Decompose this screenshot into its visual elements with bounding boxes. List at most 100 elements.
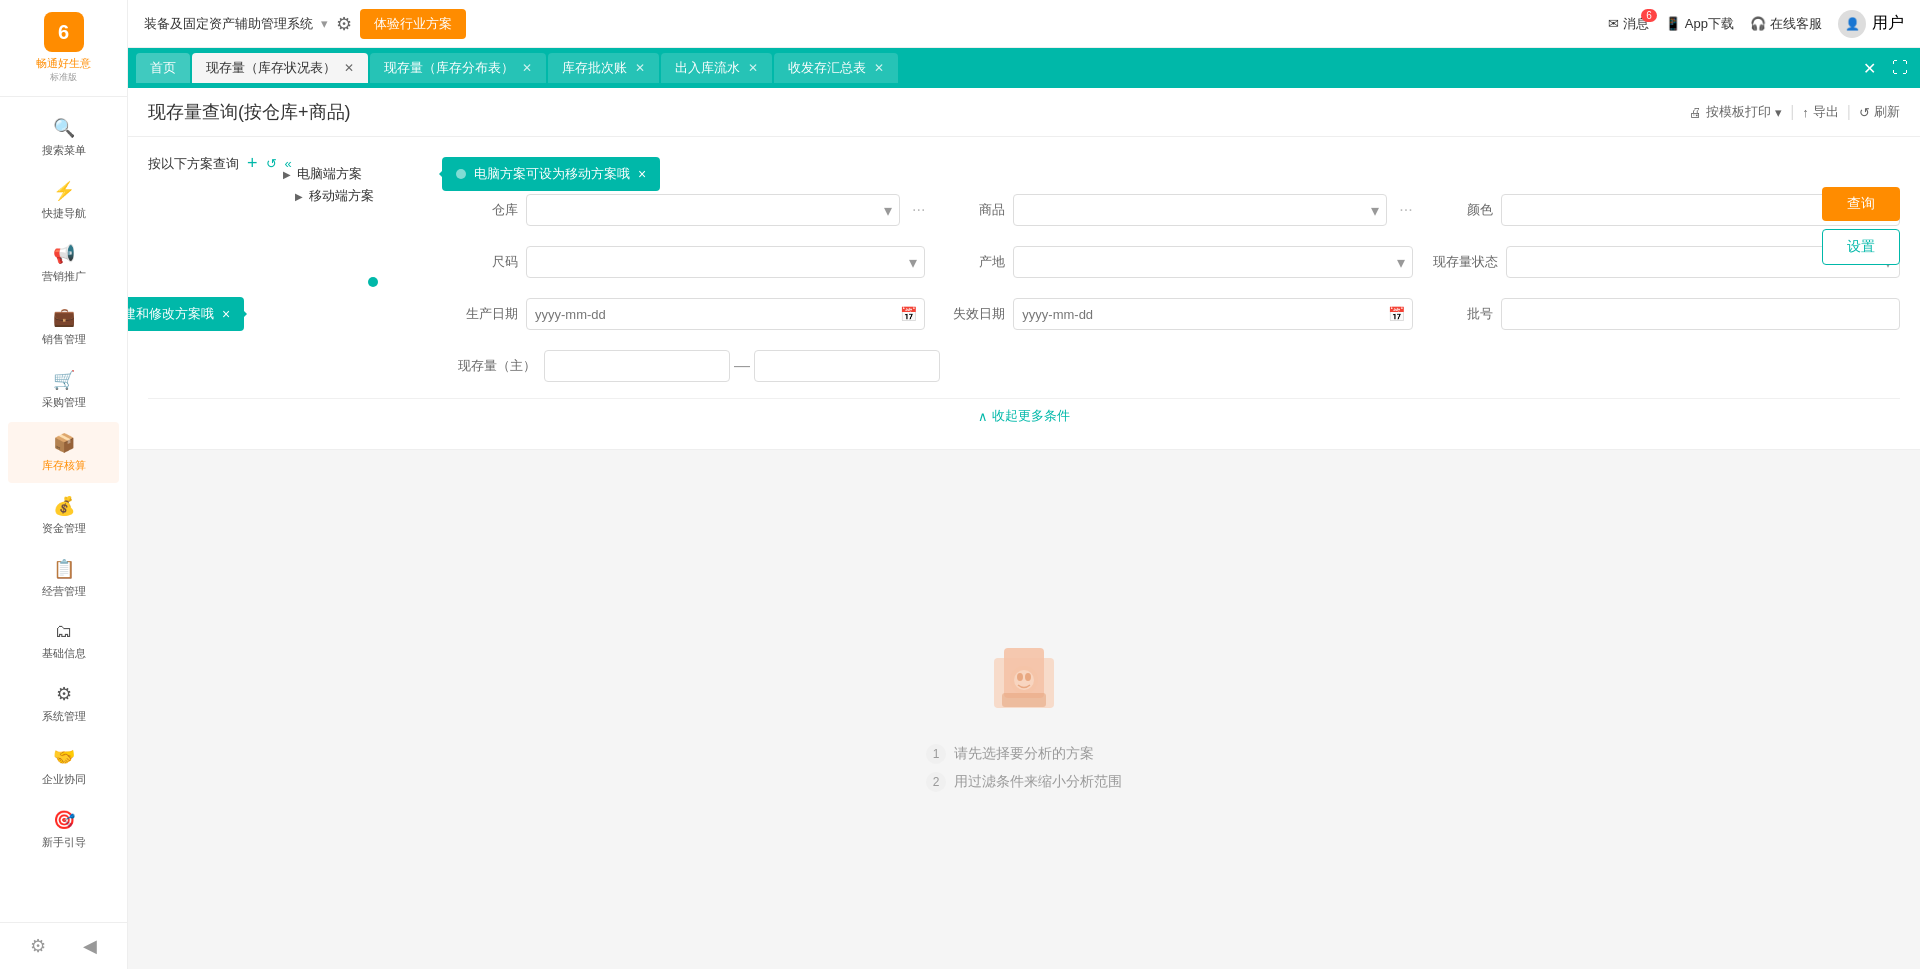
sidebar-item-marketing[interactable]: 📢营销推广 — [8, 233, 119, 294]
sidebar-item-guide[interactable]: ⚡快捷导航 — [8, 170, 119, 231]
tooltip1-close[interactable]: × — [638, 166, 646, 182]
warehouse-select[interactable] — [526, 194, 900, 226]
enterprise-icon: 🤝 — [53, 746, 75, 768]
tip-number-2: 2 — [926, 772, 946, 792]
expire-date-calendar-icon[interactable]: 📅 — [1388, 306, 1405, 322]
batch-input[interactable] — [1501, 298, 1900, 330]
app-download-button[interactable]: 📱 App下载 — [1665, 15, 1734, 33]
sidebar-item-enterprise[interactable]: 🤝企业协同 — [8, 736, 119, 797]
print-button[interactable]: 🖨 按模板打印 ▾ — [1689, 103, 1782, 121]
tab-collect-summary[interactable]: 收发存汇总表 ✕ — [774, 53, 898, 83]
tab-label-inout-flow: 出入库流水 — [675, 59, 740, 77]
collapse-sidebar-icon[interactable]: ◀ — [83, 935, 97, 957]
scheme-item-mobile[interactable]: ▶ 移动端方案 — [295, 187, 374, 205]
filter-grid-row1: 仓库 ··· 商品 ··· 颜色 — [458, 186, 1900, 234]
set-button[interactable]: 设置 — [1822, 229, 1900, 265]
svg-point-4 — [1017, 673, 1023, 681]
stock-main-range: — — [544, 350, 940, 382]
add-scheme-button[interactable]: + — [247, 153, 258, 174]
filter-goods-row: 商品 ··· — [945, 194, 1412, 226]
action-buttons: 查询 设置 — [1822, 187, 1900, 265]
tooltip2-close[interactable]: × — [222, 306, 230, 322]
print-dropdown-icon: ▾ — [1775, 105, 1782, 120]
sidebar-item-basic[interactable]: 🗂基础信息 — [8, 611, 119, 671]
tab-close-all[interactable]: ✕ — [1859, 55, 1880, 82]
online-service-button[interactable]: 🎧 在线客服 — [1750, 15, 1822, 33]
filter-grid-row3: 生产日期 📅 失效日期 📅 批号 — [458, 290, 1900, 338]
expire-date-input[interactable] — [1013, 298, 1412, 330]
message-badge: 6 — [1641, 9, 1657, 22]
sidebar-item-system[interactable]: ⚙系统管理 — [8, 673, 119, 734]
sidebar-bottom: ⚙ ◀ — [0, 922, 127, 969]
sidebar-item-inventory[interactable]: 📦库存核算 — [8, 422, 119, 483]
tab-inout-flow[interactable]: 出入库流水 ✕ — [661, 53, 772, 83]
connector-dot — [368, 277, 378, 287]
refresh-button[interactable]: ↺ 刷新 — [1859, 103, 1900, 121]
scheme-item-desktop[interactable]: ▶ 电脑端方案 — [283, 165, 374, 183]
stock-main-label: 现存量（主） — [458, 357, 536, 375]
tooltip1-text: 电脑方案可设为移动方案哦 — [474, 165, 630, 183]
tab-close-inout-flow[interactable]: ✕ — [748, 61, 758, 75]
tab-inventory-dist[interactable]: 现存量（库存分布表）✕ — [370, 53, 546, 83]
message-button[interactable]: ✉ 消息 6 — [1608, 15, 1649, 33]
system-icon: ⚙ — [56, 683, 72, 705]
tab-close-collect-summary[interactable]: ✕ — [874, 61, 884, 75]
tab-close-batch-account[interactable]: ✕ — [635, 61, 645, 75]
phone-icon: 📱 — [1665, 16, 1681, 31]
tab-label-collect-summary: 收发存汇总表 — [788, 59, 866, 77]
tab-inventory-status[interactable]: 现存量（库存状况表）✕ — [192, 53, 368, 83]
warehouse-dots[interactable]: ··· — [912, 201, 925, 219]
size-select[interactable] — [526, 246, 925, 278]
prod-date-input[interactable] — [526, 298, 925, 330]
tooltip1-dot — [456, 169, 466, 179]
sidebar-item-finance[interactable]: 💰资金管理 — [8, 485, 119, 546]
range-dash: — — [734, 357, 750, 375]
finance-icon: 💰 — [53, 495, 75, 517]
export-button[interactable]: ↑ 导出 — [1802, 103, 1839, 121]
message-icon: ✉ — [1608, 16, 1619, 31]
refresh-scheme-icon[interactable]: ↺ — [266, 156, 277, 171]
search-icon: 🔍 — [53, 117, 75, 139]
collapse-label: 收起更多条件 — [992, 407, 1070, 425]
search-button[interactable]: 查询 — [1822, 187, 1900, 221]
sidebar-item-guide2[interactable]: 🎯新手引导 — [8, 799, 119, 860]
sidebar-item-operation[interactable]: 📋经营管理 — [8, 548, 119, 609]
tab-home[interactable]: 首页 — [136, 53, 190, 83]
guide-icon: ⚡ — [53, 180, 75, 202]
sidebar-item-search[interactable]: 🔍搜索菜单 — [8, 107, 119, 168]
color-label: 颜色 — [1433, 201, 1493, 219]
goods-select[interactable] — [1013, 194, 1387, 226]
scheme-name: 电脑端方案 — [297, 165, 362, 183]
export-icon: ↑ — [1802, 105, 1809, 120]
sales-icon: 💼 — [53, 306, 75, 328]
sidebar-item-purchase[interactable]: 🛒采购管理 — [8, 359, 119, 420]
filter-label-row: 按以下方案查询 + ↺ « — [148, 153, 1900, 174]
prod-date-calendar-icon[interactable]: 📅 — [900, 306, 917, 322]
sidebar-item-sales[interactable]: 💼销售管理 — [8, 296, 119, 357]
trial-button[interactable]: 体验行业方案 — [360, 9, 466, 39]
prod-date-label: 生产日期 — [458, 305, 518, 323]
tab-fullscreen[interactable]: ⛶ — [1888, 55, 1912, 81]
basic-icon: 🗂 — [55, 621, 73, 642]
collapse-icon: ∧ — [978, 409, 988, 424]
batch-label: 批号 — [1433, 305, 1493, 323]
stock-main-from-input[interactable] — [544, 350, 730, 382]
origin-select[interactable] — [1013, 246, 1412, 278]
scheme-expand-icon-2: ▶ — [295, 191, 303, 202]
settings-icon[interactable]: ⚙ — [30, 935, 46, 957]
collapse-filter-button[interactable]: ∧ 收起更多条件 — [148, 398, 1900, 433]
tooltip-1: 电脑方案可设为移动方案哦 × — [442, 157, 660, 191]
user-menu[interactable]: 👤 用户 — [1838, 10, 1904, 38]
avatar: 👤 — [1838, 10, 1866, 38]
logo-text: 畅通好生意 — [36, 56, 91, 71]
topbar-config-icon[interactable]: ⚙ — [336, 13, 352, 35]
headset-icon: 🎧 — [1750, 16, 1766, 31]
tab-close-inventory-dist[interactable]: ✕ — [522, 61, 532, 75]
scheme-name-2: 移动端方案 — [309, 187, 374, 205]
goods-dots[interactable]: ··· — [1399, 201, 1412, 219]
stock-main-to-input[interactable] — [754, 350, 940, 382]
filter-origin-row: 产地 — [945, 246, 1412, 278]
topbar-dropdown-icon[interactable]: ▾ — [321, 16, 328, 31]
tab-close-inventory-status[interactable]: ✕ — [344, 61, 354, 75]
tab-batch-account[interactable]: 库存批次账✕ — [548, 53, 659, 83]
